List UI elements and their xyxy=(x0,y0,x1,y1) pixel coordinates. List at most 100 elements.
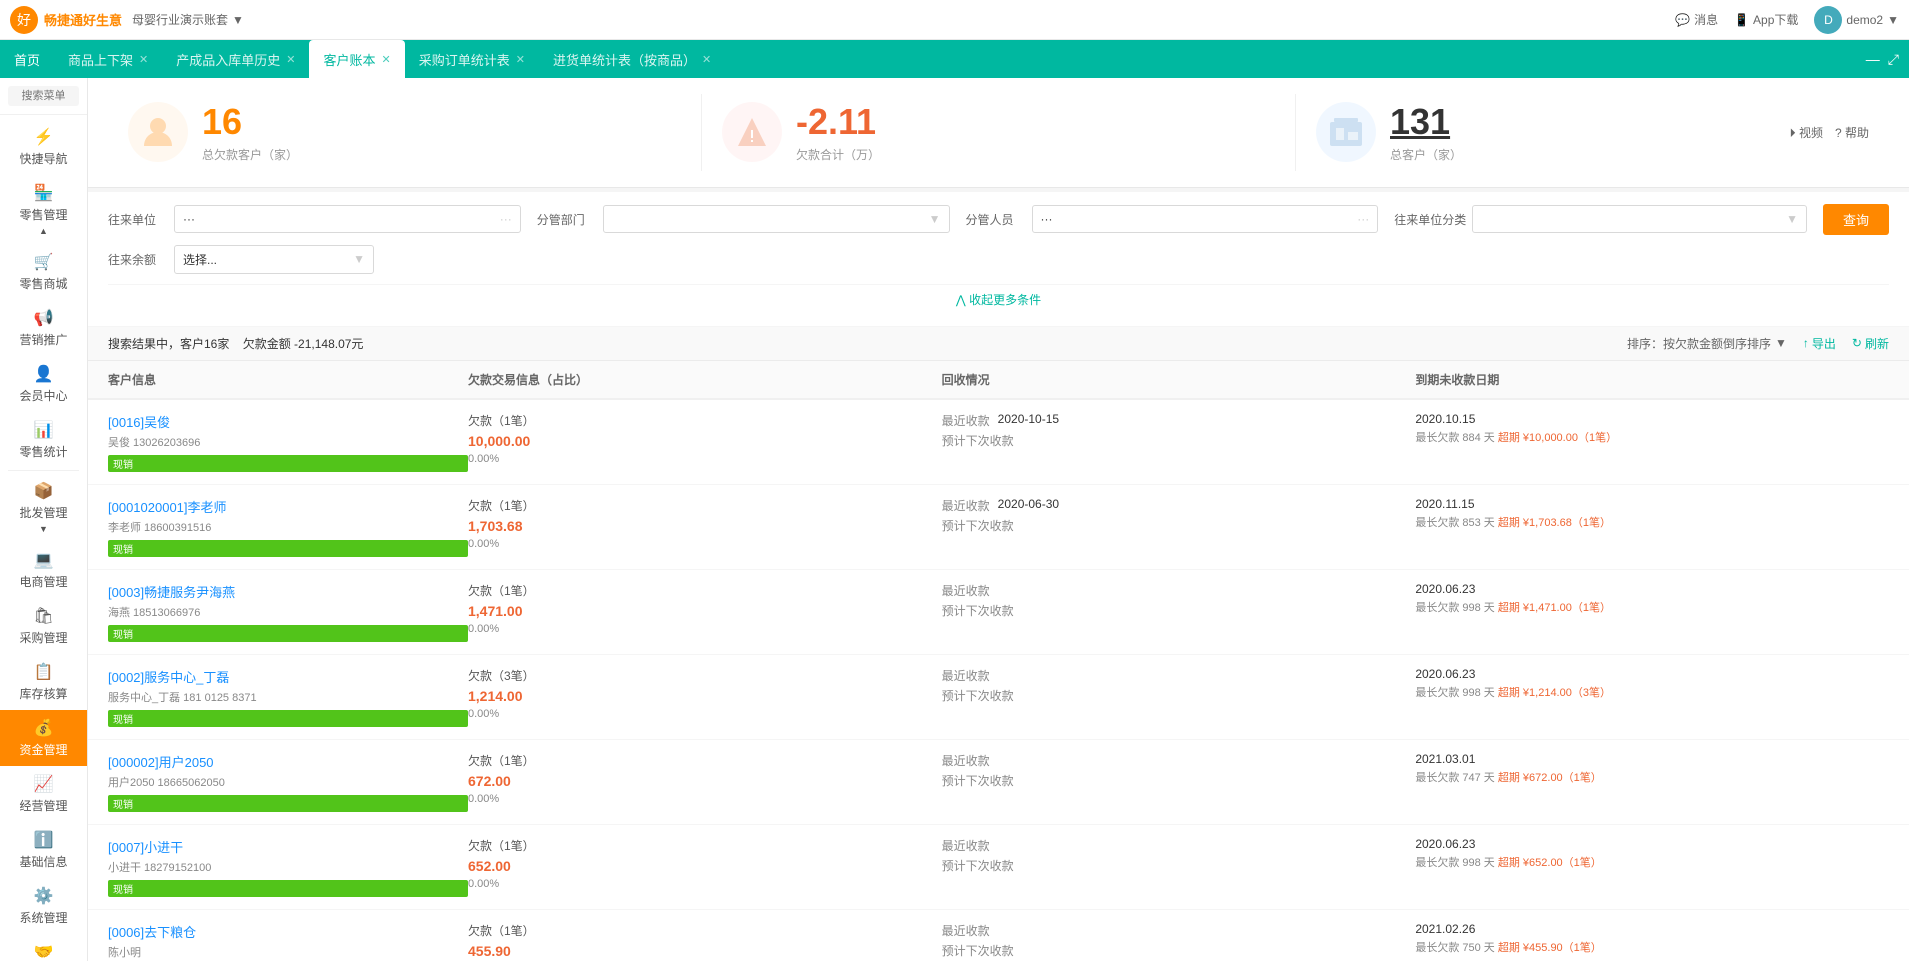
customer-name-7[interactable]: [0006]去下粮仓 xyxy=(108,922,468,941)
tab-incoming-stats-close[interactable]: ✕ xyxy=(702,53,711,66)
filter-section: 往来单位 ··· 分管部门 ▼ 分管人员 xyxy=(88,192,1909,326)
filter-dept-label: 分管部门 xyxy=(537,211,597,228)
debt-amount-3[interactable]: 1,471.00 xyxy=(468,603,942,619)
filter-dept-input[interactable]: ▼ xyxy=(603,205,950,233)
tab-purchase-order[interactable]: 采购订单统计表 ✕ xyxy=(405,40,539,78)
sidebar-item-retail-stats[interactable]: 📊 零售统计 xyxy=(0,412,87,468)
sidebar-item-quick-nav[interactable]: ⚡ 快捷导航 xyxy=(0,119,87,175)
top-bar-right: 💬 消息 📱 App下载 D demo2 ▼ xyxy=(1675,6,1899,34)
tab-home[interactable]: 首页 xyxy=(0,40,54,78)
sidebar-item-stock-check[interactable]: 📋 库存核算 xyxy=(0,654,87,710)
repay-info-1: 最近收款 2020-10-15 预计下次收款 xyxy=(942,412,1416,449)
sidebar-item-member[interactable]: 👤 会员中心 xyxy=(0,356,87,412)
tab-fullscreen-btn[interactable]: ⤢ xyxy=(1888,51,1899,68)
sidebar-item-marketing[interactable]: 📢 营销推广 xyxy=(0,300,87,356)
filter-supplier: 往来单位 ··· xyxy=(108,205,521,233)
repay-row-1a: 最近收款 2020-10-15 xyxy=(942,412,1416,429)
customer-name-1[interactable]: [0016]吴俊 xyxy=(108,412,468,431)
overdue-link-1[interactable]: 超期 ¥10,000.00（1笔） xyxy=(1498,432,1617,444)
customer-info-2: [0001020001]李老师 李老师 18600391516 现销 xyxy=(108,497,468,557)
filter-person-dots: ··· xyxy=(1041,212,1053,226)
export-button[interactable]: ↑ 导出 xyxy=(1803,335,1836,352)
debt-amount-2[interactable]: 1,703.68 xyxy=(468,518,942,534)
sidebar-item-business[interactable]: 📈 经营管理 xyxy=(0,766,87,822)
sidebar-item-basic-info[interactable]: ℹ️ 基础信息 xyxy=(0,822,87,878)
top-bar-left: 好 畅捷通好生意 母婴行业演示账套 ▼ xyxy=(10,6,244,34)
tab-product-off-close[interactable]: ✕ xyxy=(139,53,148,66)
customer-tag-4: 现销 xyxy=(108,710,468,727)
tab-collapse-btn[interactable]: — xyxy=(1866,51,1880,67)
basic-info-icon: ℹ️ xyxy=(34,830,54,850)
sidebar-item-system[interactable]: ⚙️ 系统管理 xyxy=(0,878,87,934)
due-days-7: 最长欠款 750 天 超期 ¥455.90（1笔） xyxy=(1415,939,1889,955)
filter-supplier-input[interactable]: ··· xyxy=(174,205,521,233)
message-btn[interactable]: 💬 消息 xyxy=(1675,11,1718,28)
debt-count-3: 欠款（1笔） xyxy=(468,582,942,599)
due-date-4: 2020.06.23 xyxy=(1415,667,1889,681)
overdue-link-5[interactable]: 超期 ¥672.00（1笔） xyxy=(1498,772,1602,784)
purchase-icon: 🛍 xyxy=(33,606,53,626)
avatar: D xyxy=(1814,6,1842,34)
repay-row-6a: 最近收款 xyxy=(942,837,1416,854)
sidebar-item-ecommerce[interactable]: 💻 电商管理 xyxy=(0,542,87,598)
repay-row-2a: 最近收款 2020-06-30 xyxy=(942,497,1416,514)
sidebar-item-retail-mgmt[interactable]: 🏪 零售管理 ▲ xyxy=(0,175,87,244)
customer-name-4[interactable]: [0002]服务中心_丁磊 xyxy=(108,667,468,686)
debt-amount-7[interactable]: 455.90 xyxy=(468,943,942,959)
filter-dept: 分管部门 ▼ xyxy=(537,205,950,233)
refresh-button[interactable]: ↻ 刷新 xyxy=(1852,335,1889,352)
video-help-btn[interactable]: ⏵ 视频 xyxy=(1790,124,1823,141)
table-row: [0016]吴俊 吴俊 13026203696 现销 欠款（1笔） 10,000… xyxy=(88,400,1909,485)
customer-name-3[interactable]: [0003]畅捷服务尹海燕 xyxy=(108,582,468,601)
tab-product-off-label: 商品上下架 xyxy=(68,50,133,69)
col-header-repay: 回收情况 xyxy=(942,371,1416,388)
overdue-link-4[interactable]: 超期 ¥1,214.00（3笔） xyxy=(1498,687,1611,699)
debt-amount-1[interactable]: 10,000.00 xyxy=(468,433,942,449)
filter-person-input[interactable]: ··· xyxy=(1032,205,1379,233)
tab-product-off[interactable]: 商品上下架 ✕ xyxy=(54,40,162,78)
stat-number-total: 131 xyxy=(1390,102,1462,142)
customer-name-5[interactable]: [000002]用户2050 xyxy=(108,752,468,771)
stat-icon-debt xyxy=(722,102,782,162)
filter-balance-input[interactable]: 选择... ▼ xyxy=(174,245,374,274)
sidebar-search-input[interactable] xyxy=(8,86,79,106)
debt-count-2: 欠款（1笔） xyxy=(468,497,942,514)
sidebar-item-batch-mgmt[interactable]: 📦 批发管理 ▼ xyxy=(0,473,87,542)
overdue-link-6[interactable]: 超期 ¥652.00（1笔） xyxy=(1498,857,1602,869)
customer-name-2[interactable]: [0001020001]李老师 xyxy=(108,497,468,516)
debt-amount-4[interactable]: 1,214.00 xyxy=(468,688,942,704)
debt-amount-6[interactable]: 652.00 xyxy=(468,858,942,874)
app-download-btn[interactable]: 📱 App下载 xyxy=(1734,11,1798,28)
due-days-2: 最长欠款 853 天 超期 ¥1,703.68（1笔） xyxy=(1415,514,1889,530)
search-button[interactable]: 查询 xyxy=(1823,204,1889,235)
filter-category-input[interactable]: ▼ xyxy=(1472,205,1807,233)
overdue-link-7[interactable]: 超期 ¥455.90（1笔） xyxy=(1498,942,1602,954)
sidebar-item-finance[interactable]: 💰 资金管理 xyxy=(0,710,87,766)
sidebar-item-purchase[interactable]: 🛍 采购管理 xyxy=(0,598,87,654)
filter-category-arrow-icon: ▼ xyxy=(1786,212,1798,226)
sidebar-item-retail-mall[interactable]: 🛒 零售商城 xyxy=(0,244,87,300)
overdue-link-2[interactable]: 超期 ¥1,703.68（1笔） xyxy=(1498,517,1611,529)
stat-content-total: 131 总客户（家） xyxy=(1390,102,1462,163)
tab-incoming-stats[interactable]: 进货单统计表（按商品） ✕ xyxy=(539,40,725,78)
tab-purchase-order-close[interactable]: ✕ xyxy=(516,53,525,66)
table-row: [0003]畅捷服务尹海燕 海燕 18513066976 现销 欠款（1笔） 1… xyxy=(88,570,1909,655)
tab-product-history-close[interactable]: ✕ xyxy=(286,53,295,66)
filter-collapse-btn[interactable]: ⋀ 收起更多条件 xyxy=(108,284,1889,314)
tab-customer-account[interactable]: 客户账本 ✕ xyxy=(309,40,404,78)
table-row: [0002]服务中心_丁磊 服务中心_丁磊 181 0125 8371 现销 欠… xyxy=(88,655,1909,740)
sidebar-item-label: 库存核算 xyxy=(19,685,67,702)
sidebar-item-company-coop[interactable]: 🤝 企业协同 xyxy=(0,934,87,961)
sort-select[interactable]: 排序：按欠款金额倒序排序 ▼ xyxy=(1627,335,1787,352)
store-selector[interactable]: 母婴行业演示账套 ▼ xyxy=(132,11,244,28)
due-info-6: 2020.06.23 最长欠款 998 天 超期 ¥652.00（1笔） xyxy=(1415,837,1889,870)
overdue-link-3[interactable]: 超期 ¥1,471.00（1笔） xyxy=(1498,602,1611,614)
customer-name-6[interactable]: [0007]小进干 xyxy=(108,837,468,856)
debt-amount-5[interactable]: 672.00 xyxy=(468,773,942,789)
tab-customer-account-close[interactable]: ✕ xyxy=(382,53,391,66)
tab-product-history[interactable]: 产成品入库单历史 ✕ xyxy=(162,40,309,78)
help-btn[interactable]: ? 帮助 xyxy=(1835,124,1869,141)
stat-number-overdue-customers: 16 xyxy=(202,102,298,142)
user-menu[interactable]: D demo2 ▼ xyxy=(1814,6,1899,34)
filter-person: 分管人员 ··· xyxy=(966,205,1379,233)
